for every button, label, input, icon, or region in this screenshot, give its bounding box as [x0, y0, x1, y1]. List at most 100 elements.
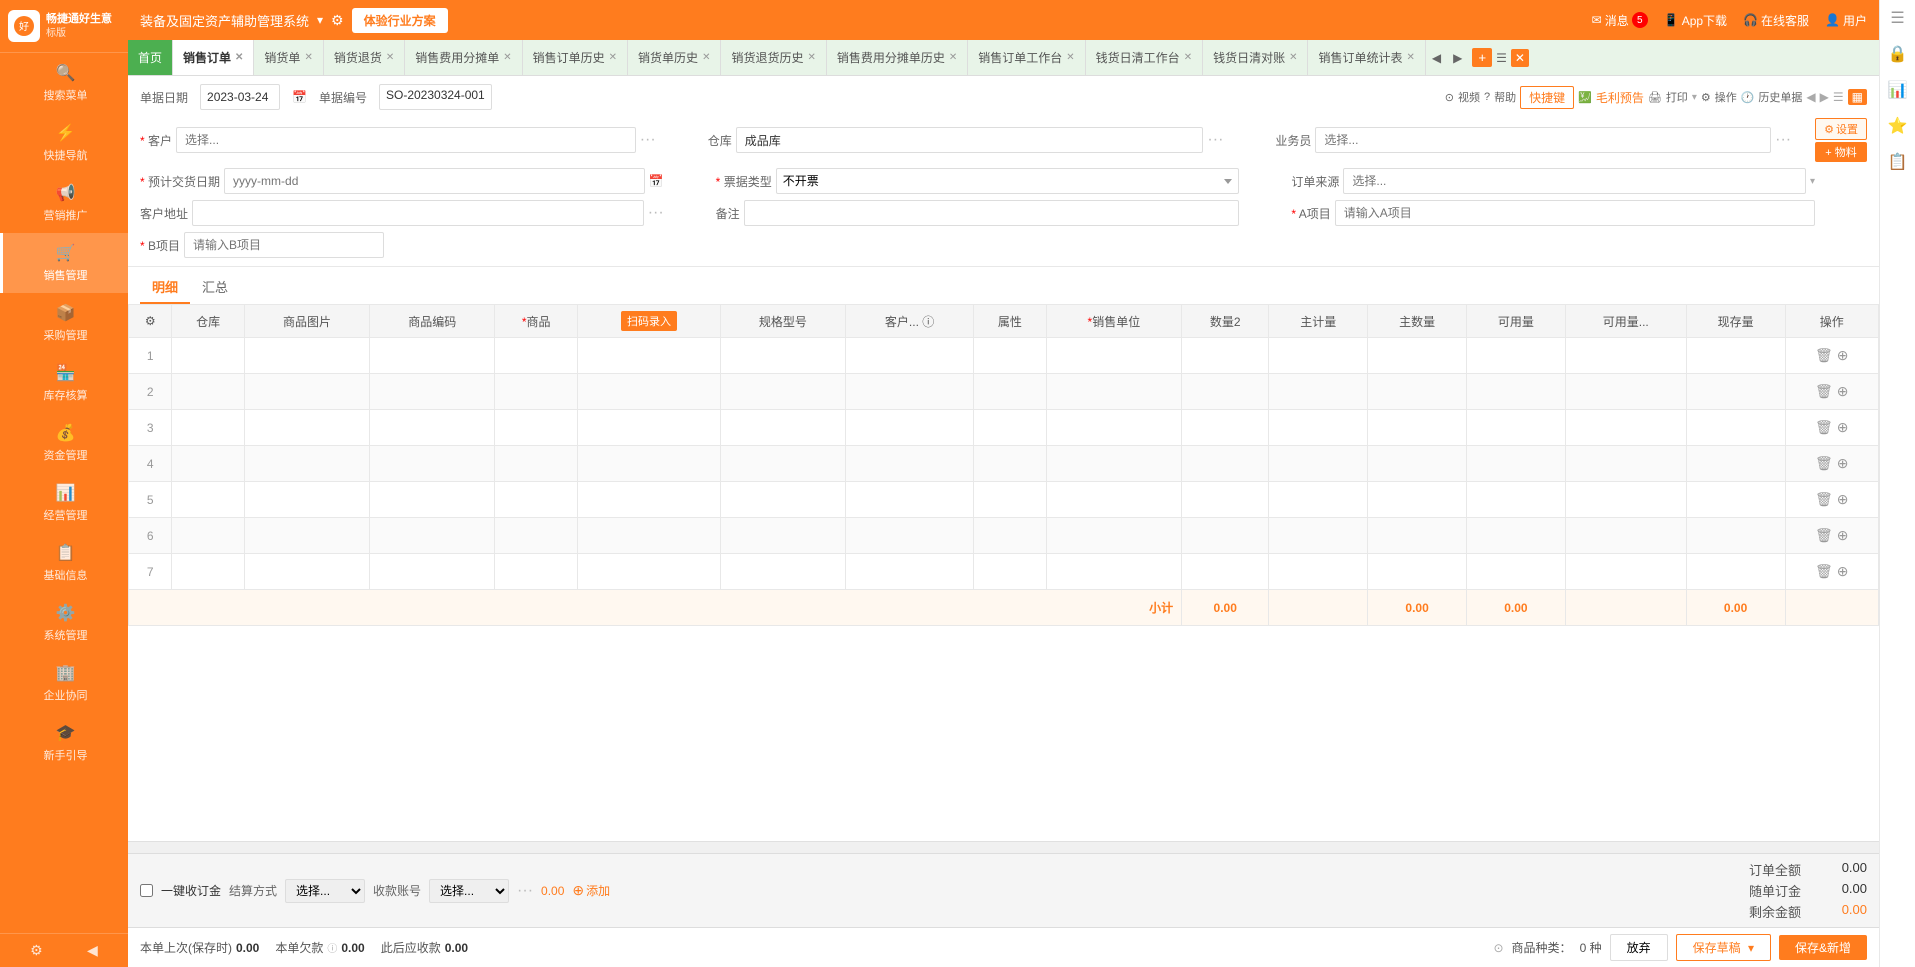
date-input[interactable]: 2023-03-24	[200, 84, 280, 110]
sidebar-item-guide[interactable]: 🎓 新手引导	[0, 713, 128, 773]
row-4-unit[interactable]	[1046, 446, 1181, 482]
tab-next-btn[interactable]: ▶	[1447, 51, 1468, 65]
row-5-cust-code[interactable]	[846, 482, 974, 518]
row-5-spec[interactable]	[720, 482, 845, 518]
add-payment-btn[interactable]: ⊕ 添加	[572, 882, 610, 899]
tab-close-sales-order-workbench[interactable]: ✕	[1066, 52, 1074, 63]
sidebar-item-marketing[interactable]: 📢 营销推广	[0, 173, 128, 233]
tab-close-sales-order[interactable]: ✕	[235, 52, 243, 63]
row-1-delete-btn[interactable]: 🗑	[1815, 347, 1833, 364]
staff-dots[interactable]: ···	[1775, 131, 1791, 149]
tab-close-sales-order-summary[interactable]: ✕	[1407, 52, 1415, 63]
scan-btn[interactable]: 扫码录入	[621, 311, 677, 331]
receipt-account-select[interactable]: 选择...	[429, 879, 509, 903]
row-6-attr[interactable]	[974, 518, 1047, 554]
tab-cash-daily-workbench[interactable]: 钱货日清工作台 ✕	[1086, 40, 1203, 75]
row-3-cust-code[interactable]	[846, 410, 974, 446]
row-7-attr[interactable]	[974, 554, 1047, 590]
tab-sales-refund-history[interactable]: 销货退货历史 ✕	[721, 40, 826, 75]
row-7-copy-btn[interactable]: ⊕	[1837, 563, 1849, 580]
row-1-attr[interactable]	[974, 338, 1047, 374]
row-7-code[interactable]	[370, 554, 495, 590]
col-settings-header[interactable]: ⚙	[129, 305, 172, 338]
table-scroll-bar[interactable]	[128, 841, 1879, 853]
app-download-btn[interactable]: 📱 App下载	[1664, 12, 1727, 29]
row-5-main-unit[interactable]	[1269, 482, 1368, 518]
save-draft-button[interactable]: 保存草稿 ▾	[1676, 934, 1771, 961]
tab-cash-daily-reconcile[interactable]: 钱货日清对账 ✕	[1203, 40, 1308, 75]
row-prev-btn[interactable]: ◀	[1806, 90, 1815, 104]
tab-sales-order[interactable]: 销售订单 ✕	[173, 40, 254, 75]
sidebar-item-purchase[interactable]: 📦 采购管理	[0, 293, 128, 353]
tab-summary[interactable]: 汇总	[190, 271, 240, 304]
row-3-spec[interactable]	[720, 410, 845, 446]
row-next-btn[interactable]: ▶	[1820, 90, 1829, 104]
row-2-copy-btn[interactable]: ⊕	[1837, 383, 1849, 400]
tab-close-sales-refund[interactable]: ✕	[386, 52, 394, 63]
b-project-input[interactable]	[184, 232, 384, 258]
right-panel-icon-3[interactable]: 📊	[1888, 80, 1908, 100]
warehouse-dots[interactable]: ···	[1207, 131, 1223, 149]
right-panel-icon-4[interactable]: ⭐	[1888, 116, 1908, 136]
row-7-warehouse[interactable]	[172, 554, 245, 590]
row-4-delete-btn[interactable]: 🗑	[1815, 455, 1833, 472]
row-7-delete-btn[interactable]: 🗑	[1815, 563, 1833, 580]
row-6-main-unit[interactable]	[1269, 518, 1368, 554]
row-2-product[interactable]	[495, 374, 578, 410]
row-2-cust-code[interactable]	[846, 374, 974, 410]
row-2-main-unit[interactable]	[1269, 374, 1368, 410]
row-5-unit[interactable]	[1046, 482, 1181, 518]
header-settings-icon[interactable]: ⚙	[331, 12, 344, 29]
row-7-unit[interactable]	[1046, 554, 1181, 590]
message-btn[interactable]: ✉ 消息 5	[1592, 12, 1648, 29]
row-1-copy-btn[interactable]: ⊕	[1837, 347, 1849, 364]
row-5-copy-btn[interactable]: ⊕	[1837, 491, 1849, 508]
row-5-attr[interactable]	[974, 482, 1047, 518]
tab-sales-order-history[interactable]: 销售订单历史 ✕	[523, 40, 628, 75]
row-3-product[interactable]	[495, 410, 578, 446]
profit-btn[interactable]: 毛利预告	[1596, 89, 1644, 106]
save-new-button[interactable]: 保存&新增	[1779, 935, 1867, 960]
customer-dots[interactable]: ···	[640, 131, 656, 149]
warehouse-input[interactable]	[736, 127, 1204, 153]
row-1-unit[interactable]	[1046, 338, 1181, 374]
sidebar-item-operations[interactable]: 📊 经营管理	[0, 473, 128, 533]
row-1-product[interactable]	[495, 338, 578, 374]
row-6-code[interactable]	[370, 518, 495, 554]
tab-close-sales-return[interactable]: ✕	[304, 52, 312, 63]
row-3-main-qty[interactable]	[1368, 410, 1467, 446]
row-1-main-qty[interactable]	[1368, 338, 1467, 374]
row-3-delete-btn[interactable]: 🗑	[1815, 419, 1833, 436]
row-1-main-unit[interactable]	[1269, 338, 1368, 374]
tab-close-sales-order-history[interactable]: ✕	[609, 52, 617, 63]
row-6-copy-btn[interactable]: ⊕	[1837, 527, 1849, 544]
row-4-cust-code[interactable]	[846, 446, 974, 482]
row-6-delete-btn[interactable]: 🗑	[1815, 527, 1833, 544]
tab-menu-btn[interactable]: ☰	[1496, 51, 1507, 65]
row-7-qty2[interactable]	[1182, 554, 1269, 590]
row-6-unit[interactable]	[1046, 518, 1181, 554]
tab-close-sales-fee-history[interactable]: ✕	[949, 52, 957, 63]
row-4-code[interactable]	[370, 446, 495, 482]
tab-sales-fee-split[interactable]: 销售费用分摊单 ✕	[405, 40, 522, 75]
right-panel-icon-5[interactable]: 📋	[1888, 152, 1908, 172]
row-5-qty2[interactable]	[1182, 482, 1269, 518]
row-2-code[interactable]	[370, 374, 495, 410]
operations-btn[interactable]: 操作	[1715, 89, 1737, 105]
row-7-main-qty[interactable]	[1368, 554, 1467, 590]
row-6-warehouse[interactable]	[172, 518, 245, 554]
row-3-attr[interactable]	[974, 410, 1047, 446]
sidebar-settings-btn[interactable]: ⚙	[30, 942, 43, 959]
tab-add-btn[interactable]: +	[1472, 48, 1492, 67]
row-2-delete-btn[interactable]: 🗑	[1815, 383, 1833, 400]
tab-close-sales-return-history[interactable]: ✕	[702, 52, 710, 63]
sidebar-item-system[interactable]: ⚙️ 系统管理	[0, 593, 128, 653]
row-6-qty2[interactable]	[1182, 518, 1269, 554]
save-draft-dropdown[interactable]: ▾	[1748, 941, 1754, 955]
sidebar-item-finance[interactable]: 💰 资金管理	[0, 413, 128, 473]
row-6-main-qty[interactable]	[1368, 518, 1467, 554]
row-3-main-unit[interactable]	[1269, 410, 1368, 446]
row-6-cust-code[interactable]	[846, 518, 974, 554]
sidebar-item-sales[interactable]: 🛒 销售管理	[0, 233, 128, 293]
row-4-main-unit[interactable]	[1269, 446, 1368, 482]
